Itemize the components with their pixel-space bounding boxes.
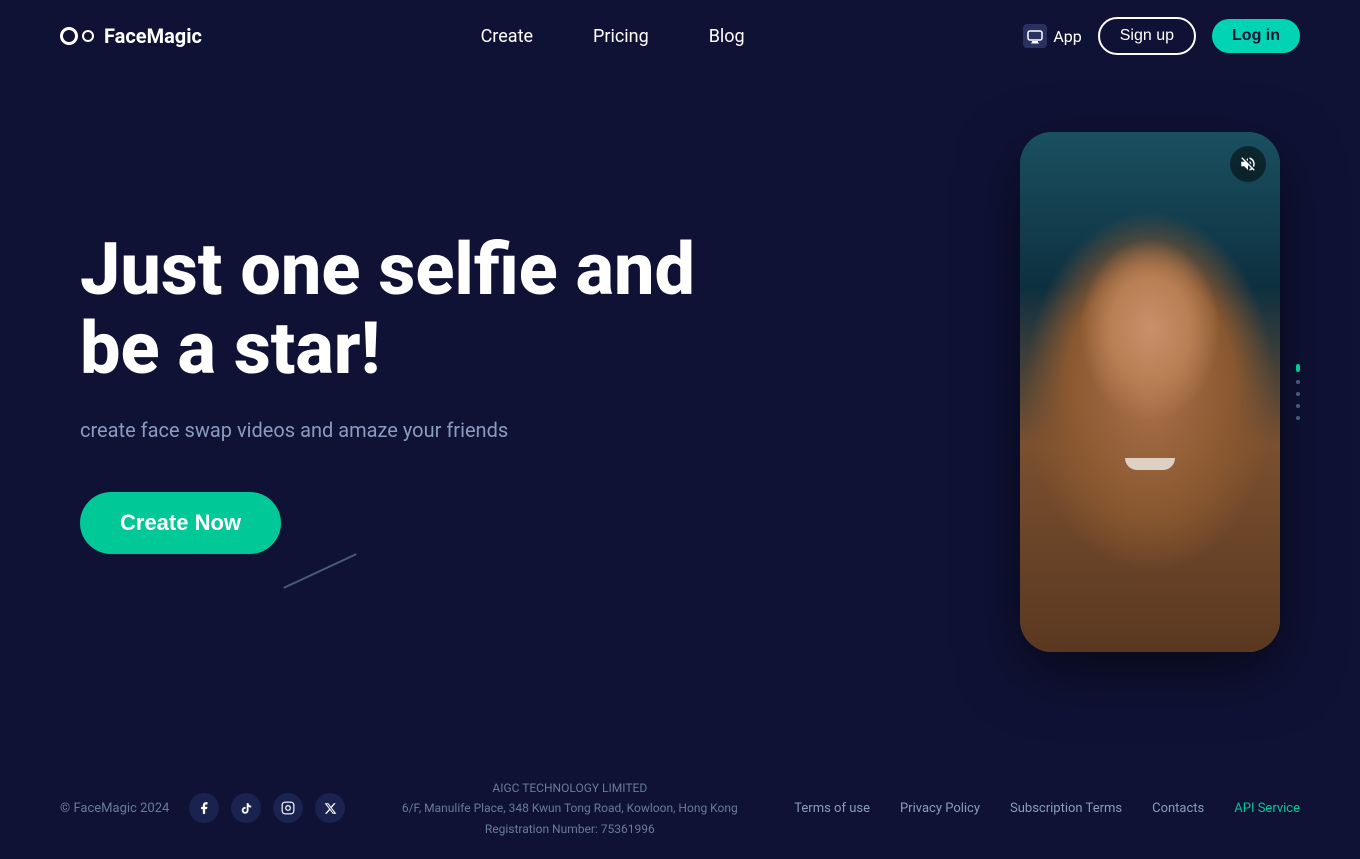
hero-title-line2: be a star! xyxy=(80,306,380,391)
social-instagram[interactable] xyxy=(273,793,303,823)
footer-links: Terms of use Privacy Policy Subscription… xyxy=(794,801,1300,816)
footer-privacy-link[interactable]: Privacy Policy xyxy=(900,801,980,816)
app-download-link[interactable]: App xyxy=(1023,24,1081,48)
brand-name: FaceMagic xyxy=(104,24,202,48)
company-name: AIGC TECHNOLOGY LIMITED xyxy=(402,778,738,798)
create-now-button[interactable]: Create Now xyxy=(80,492,281,554)
decorative-line xyxy=(283,553,356,589)
footer-left: © FaceMagic 2024 xyxy=(60,793,345,823)
footer-terms-link[interactable]: Terms of use xyxy=(794,801,870,816)
hero-title: Just one selfie and be a star! xyxy=(80,230,695,388)
nav-item-pricing[interactable]: Pricing xyxy=(593,26,649,47)
footer-contacts-link[interactable]: Contacts xyxy=(1152,801,1204,816)
social-links xyxy=(189,793,345,823)
video-progress-dots xyxy=(1296,364,1300,420)
signup-button[interactable]: Sign up xyxy=(1098,17,1196,55)
logo-circle-2 xyxy=(82,30,94,42)
phone-mockup xyxy=(1020,132,1280,652)
face-portrait xyxy=(1020,132,1280,652)
social-twitter[interactable] xyxy=(315,793,345,823)
logo-circle-1 xyxy=(60,27,78,45)
hero-subtitle: create face swap videos and amaze your f… xyxy=(80,418,695,442)
hero-media xyxy=(1020,132,1280,652)
hero-title-line1: Just one selfie and xyxy=(80,227,695,312)
video-dot-4 xyxy=(1296,404,1300,408)
login-button[interactable]: Log in xyxy=(1212,19,1300,53)
social-facebook[interactable] xyxy=(189,793,219,823)
copyright: © FaceMagic 2024 xyxy=(60,801,169,816)
company-address: 6/F, Manulife Place, 348 Kwun Tong Road,… xyxy=(402,798,738,818)
mute-button[interactable] xyxy=(1230,146,1266,182)
header: FaceMagic Create Pricing Blog App Sign u… xyxy=(0,0,1360,72)
video-dot-3 xyxy=(1296,392,1300,396)
app-store-icon xyxy=(1023,24,1047,48)
main-content: Just one selfie and be a star! create fa… xyxy=(0,72,1360,652)
nav-item-create[interactable]: Create xyxy=(481,26,533,47)
footer-company-info: AIGC TECHNOLOGY LIMITED 6/F, Manulife Pl… xyxy=(402,778,738,839)
hero-text: Just one selfie and be a star! create fa… xyxy=(80,230,695,554)
video-background xyxy=(1020,132,1280,652)
video-dot-2 xyxy=(1296,380,1300,384)
footer: © FaceMagic 2024 AIGC TECHNOLOGY LIMITED… xyxy=(0,758,1360,859)
app-label: App xyxy=(1053,27,1081,46)
video-dot-5 xyxy=(1296,416,1300,420)
logo[interactable]: FaceMagic xyxy=(60,24,202,48)
footer-subscription-link[interactable]: Subscription Terms xyxy=(1010,801,1122,816)
header-actions: App Sign up Log in xyxy=(1023,17,1300,55)
footer-api-link[interactable]: API Service xyxy=(1234,801,1300,816)
nav-item-blog[interactable]: Blog xyxy=(709,26,745,47)
company-registration: Registration Number: 75361996 xyxy=(402,819,738,839)
smile-overlay xyxy=(1125,458,1175,470)
social-tiktok[interactable] xyxy=(231,793,261,823)
logo-icon xyxy=(60,27,94,45)
video-dot-1 xyxy=(1296,364,1300,372)
main-nav: Create Pricing Blog xyxy=(481,26,745,47)
